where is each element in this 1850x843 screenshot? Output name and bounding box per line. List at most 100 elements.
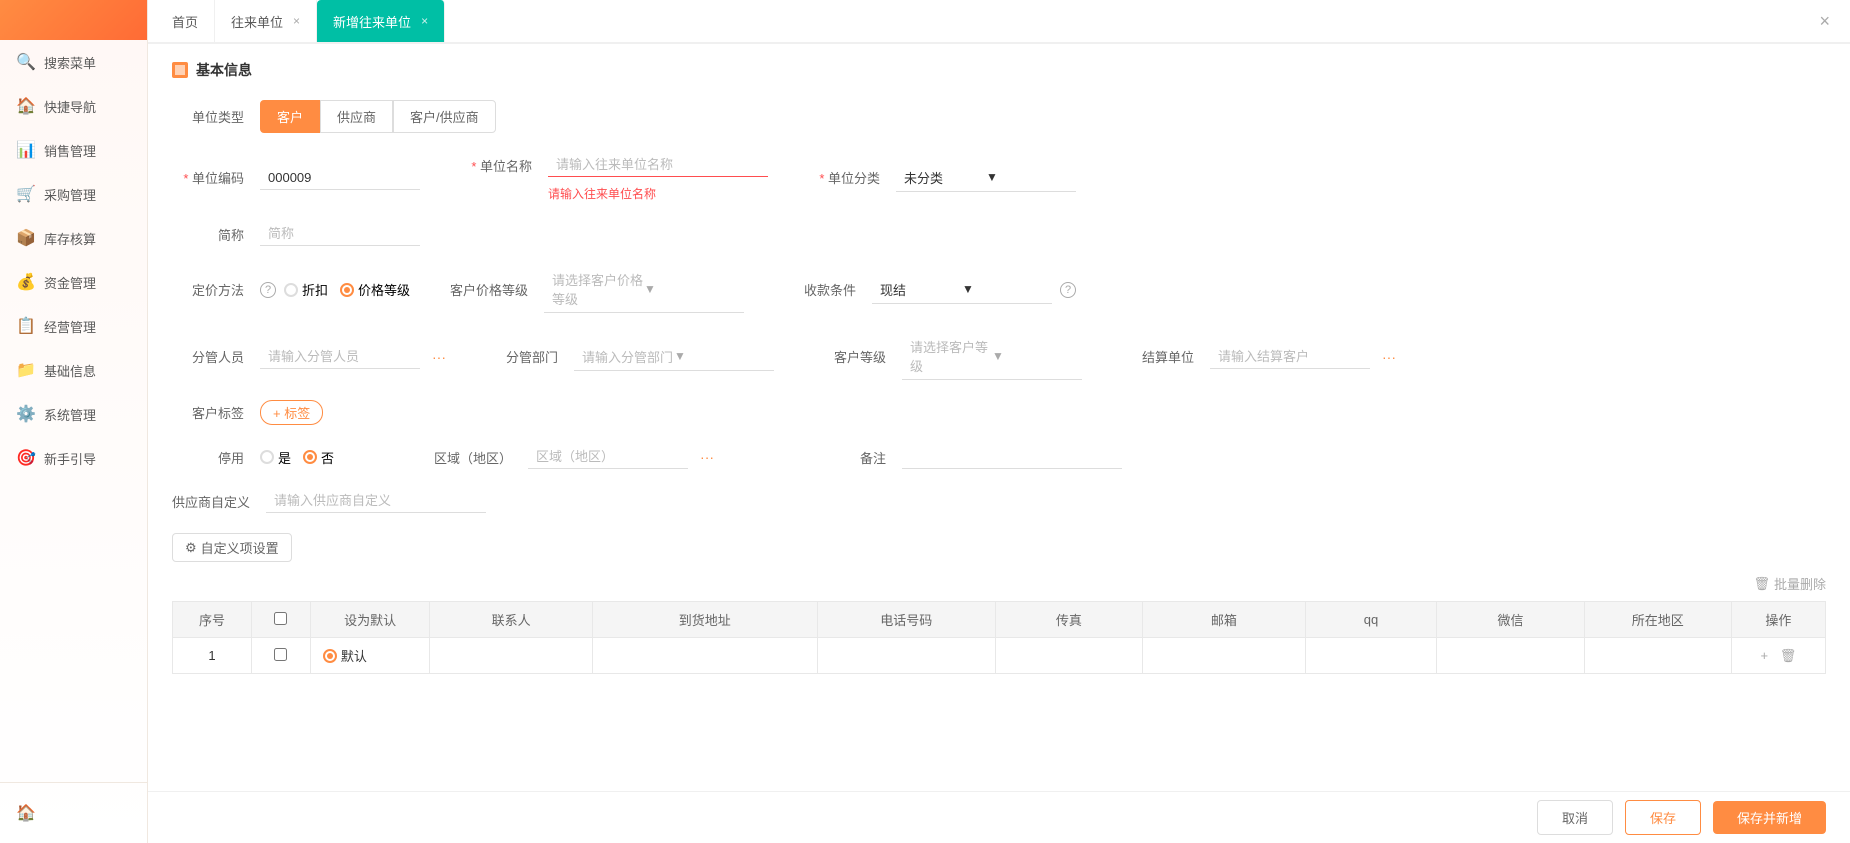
save-and-new-button[interactable]: 保存并新增 [1713,801,1826,834]
add-row-btn[interactable]: + [1761,648,1769,663]
row-contact [430,638,593,674]
save-button[interactable]: 保存 [1625,800,1701,835]
disabled-yes-radio[interactable] [260,450,274,464]
supplier-custom-field: 供应商自定义 [172,489,486,513]
tab-add-partner-close[interactable]: × [421,14,428,28]
row-seq: 1 [173,638,252,674]
bottom-home-icon: 🏠 [16,803,36,823]
region-input[interactable] [528,445,688,469]
window-close-button[interactable]: × [1807,11,1842,32]
pricing-discount[interactable]: 折扣 [284,280,328,299]
disabled-field: 停用 是 否 [172,448,334,467]
row-checkbox[interactable] [274,648,287,661]
main-content: 首页 往来单位 × 新增往来单位 × × 基本信息 单位类型 客户 供应商 客户… [148,0,1850,843]
sidebar-label-operation: 经营管理 [44,317,96,336]
unit-category-select[interactable]: 未分类 ▼ [896,164,1076,192]
payment-terms-help-icon[interactable]: ? [1060,282,1076,298]
payment-terms-select[interactable]: 现结 ▼ [872,276,1052,304]
sidebar-home-btn[interactable]: 🏠 [0,791,147,835]
disabled-yes[interactable]: 是 [260,448,291,467]
sidebar-item-sales[interactable]: 📊 销售管理 [0,128,147,172]
unit-code-input[interactable] [260,166,420,190]
manager-label: 分管人员 [172,347,252,366]
pricing-discount-radio[interactable] [284,283,298,297]
abbr-input[interactable] [260,222,420,246]
qq-input[interactable] [1341,648,1401,663]
unit-category-field: 单位分类 未分类 ▼ [808,164,1076,192]
custom-settings-button[interactable]: ⚙ 自定义项设置 [172,533,292,562]
fax-input[interactable] [1034,648,1104,663]
row-phone [817,638,995,674]
tab-partner-list-close[interactable]: × [293,14,300,28]
pricing-radio-group: 折扣 价格等级 [284,280,410,299]
select-all-checkbox[interactable] [274,612,287,625]
tab-partner-list[interactable]: 往来单位 × [215,0,317,42]
btn-customer[interactable]: 客户 [260,100,320,133]
pricing-help-icon[interactable]: ? [260,282,276,298]
manager-row: 分管人员 ··· 分管部门 请输入分管部门 ▼ 客户等级 请选择客户等级 ▼ 结… [172,333,1826,380]
address-input[interactable] [645,648,765,663]
pricing-level[interactable]: 价格等级 [340,280,410,299]
contact-input[interactable] [471,648,551,663]
row-region [1584,638,1731,674]
disabled-no-radio[interactable] [303,450,317,464]
sidebar-item-operation[interactable]: 📋 经营管理 [0,304,147,348]
region-more-btn[interactable]: ··· [700,449,714,465]
col-wechat: 微信 [1437,602,1584,638]
department-select[interactable]: 请输入分管部门 ▼ [574,343,774,371]
sidebar-item-purchase[interactable]: 🛒 采购管理 [0,172,147,216]
home-icon: 🏠 [16,96,36,116]
settlement-more-btn[interactable]: ··· [1382,349,1396,365]
sidebar-item-finance[interactable]: 💰 资金管理 [0,260,147,304]
supplier-custom-label: 供应商自定义 [172,492,258,511]
add-tag-button[interactable]: + 标签 [260,400,323,425]
gear-icon: ⚙ [185,540,197,556]
sidebar-item-search[interactable]: 🔍 搜索菜单 [0,40,147,84]
default-radio-circle[interactable] [323,649,337,663]
email-input[interactable] [1184,648,1264,663]
tab-add-partner-label: 新增往来单位 [333,12,411,31]
col-qq: qq [1305,602,1437,638]
customer-level-field: 客户等级 请选择客户等级 ▼ [814,333,1082,380]
cancel-button[interactable]: 取消 [1537,800,1613,835]
row-default-radio[interactable]: 默认 [323,646,417,665]
sidebar-item-basic[interactable]: 📁 基础信息 [0,348,147,392]
remark-field: 备注 [814,445,1122,469]
supplier-custom-input[interactable] [266,489,486,513]
tab-home-label: 首页 [172,12,198,31]
sidebar-item-quick-nav[interactable]: 🏠 快捷导航 [0,84,147,128]
system-icon: ⚙️ [16,404,36,424]
btn-supplier[interactable]: 供应商 [320,100,393,133]
sidebar-label-inventory: 库存核算 [44,229,96,248]
region-row-input[interactable] [1623,648,1693,663]
sidebar-item-inventory[interactable]: 📦 库存核算 [0,216,147,260]
customer-price-level-arrow: ▼ [644,282,736,296]
unit-name-input[interactable] [548,153,768,177]
pricing-level-radio[interactable] [340,283,354,297]
phone-input[interactable] [861,648,951,663]
tab-home[interactable]: 首页 [156,0,215,42]
disabled-row: 停用 是 否 区域（地区） ··· 备注 [172,445,1826,469]
sidebar-item-system[interactable]: ⚙️ 系统管理 [0,392,147,436]
tag-field: 客户标签 + 标签 [172,400,323,425]
disabled-no[interactable]: 否 [303,448,334,467]
col-address: 到货地址 [592,602,817,638]
unit-type-group: 客户 供应商 客户/供应商 [260,100,496,133]
settlement-input[interactable] [1210,345,1370,369]
batch-delete-label: 批量删除 [1774,574,1826,593]
customer-level-select[interactable]: 请选择客户等级 ▼ [902,333,1082,380]
col-fax: 传真 [995,602,1142,638]
btn-both[interactable]: 客户/供应商 [393,100,496,133]
wechat-input[interactable] [1475,648,1545,663]
manager-input[interactable] [260,345,420,369]
batch-delete-button[interactable]: 🗑 批量删除 [1753,574,1826,593]
remark-input[interactable] [902,445,1122,469]
delete-row-btn[interactable]: 🗑 [1780,648,1797,663]
sidebar-item-guide[interactable]: 🎯 新手引导 [0,436,147,480]
pricing-discount-label: 折扣 [302,280,328,299]
manager-more-btn[interactable]: ··· [432,349,446,365]
region-label: 区域（地区） [434,448,520,467]
customer-price-level-select[interactable]: 请选择客户价格等级 ▼ [544,266,744,313]
tab-add-partner[interactable]: 新增往来单位 × [317,0,445,42]
operation-icon: 📋 [16,316,36,336]
